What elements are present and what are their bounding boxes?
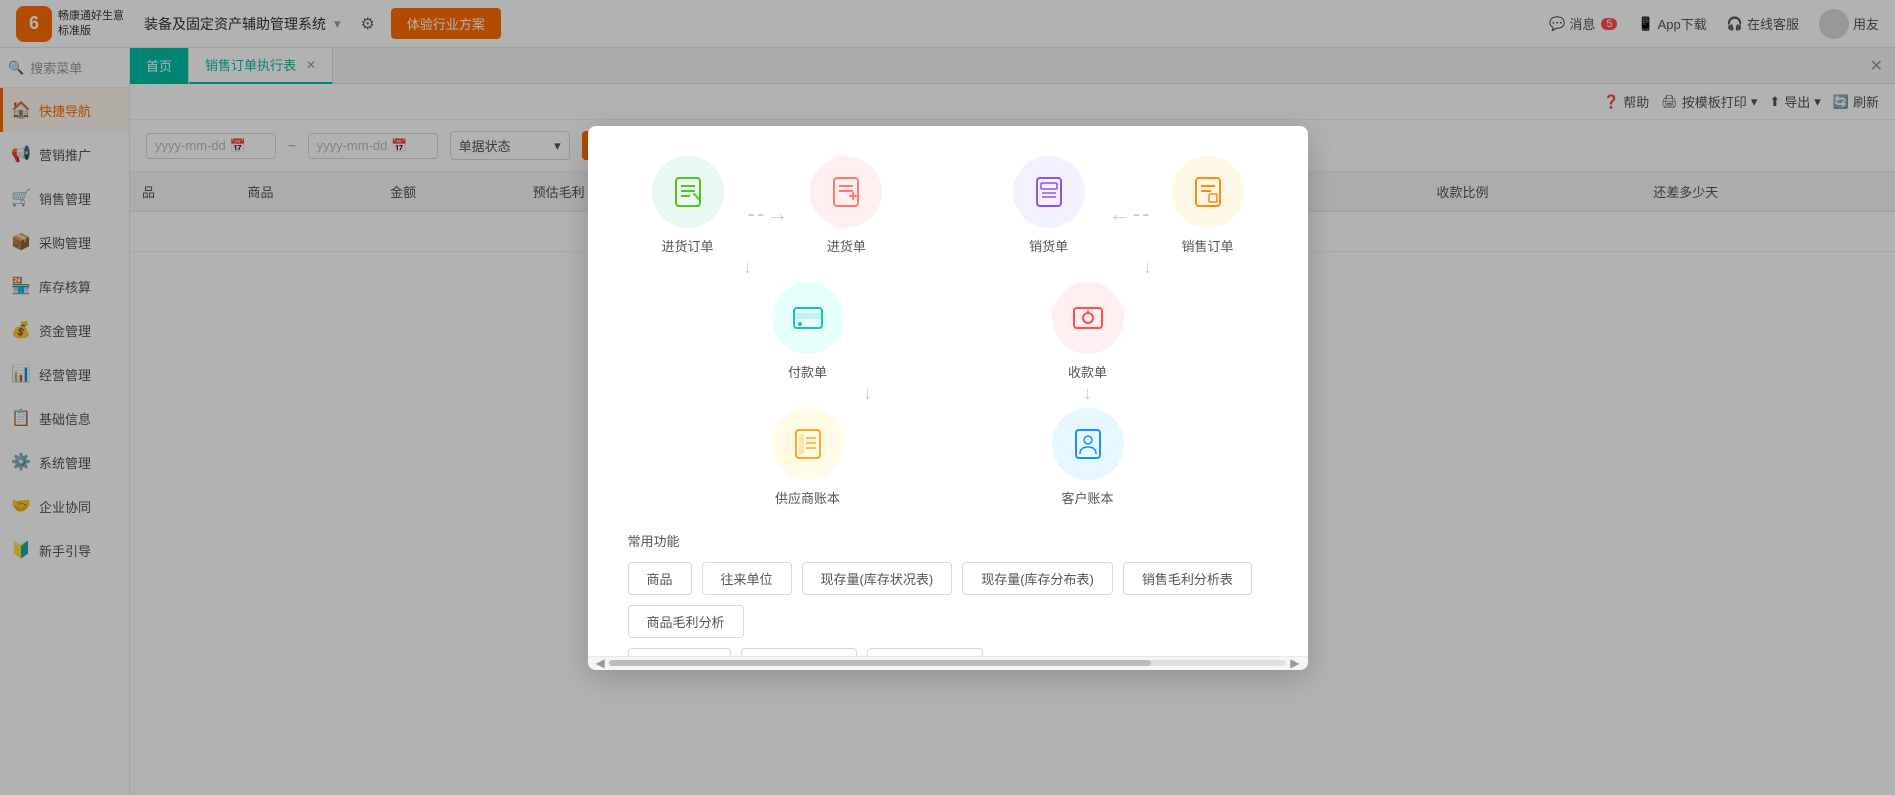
btn-stock-status[interactable]: 现存量(库存状况表) (802, 562, 953, 595)
purchase-order-icon (652, 156, 724, 228)
arrow-down-purchase: ↓ (688, 257, 808, 278)
flow-modal: 进货订单 - - → 进货单 (588, 126, 1308, 670)
btn-sales-rank[interactable]: 销售排行榜 (628, 648, 731, 656)
btn-product[interactable]: 商品 (628, 562, 692, 595)
arrow-purchase-order-to-bill: - - → (748, 201, 787, 255)
sales-order-label: 销售订单 (1181, 236, 1233, 255)
arrow-down-sales: ↓ (1088, 257, 1208, 278)
flow-customer-ledger[interactable]: 客户账本 (1028, 408, 1148, 507)
supplier-ledger-icon (772, 408, 844, 480)
scroll-thumb (609, 660, 1151, 666)
supplier-ledger-label: 供应商账本 (775, 488, 840, 507)
scroll-track (609, 660, 1287, 666)
receipt-bill-icon (1052, 282, 1124, 354)
arrow-down-payment: ↓ (808, 383, 928, 404)
purchase-bill-label: 进货单 (827, 236, 866, 255)
sales-order-icon (1172, 156, 1244, 228)
btn-payment-stats[interactable]: 付款情况统计 (867, 648, 983, 656)
sales-bill-icon (1013, 156, 1085, 228)
purchase-order-label: 进货订单 (661, 236, 713, 255)
flow-payment-bill[interactable]: 付款单 (748, 282, 868, 381)
modal-body: 进货订单 - - → 进货单 (588, 126, 1308, 656)
common-functions-buttons: 商品 往来单位 现存量(库存状况表) 现存量(库存分布表) 销售毛利分析表 商品… (628, 562, 1268, 638)
flow-receipt-bill[interactable]: 收款单 (1028, 282, 1148, 381)
flow-purchase-bill[interactable]: 进货单 (786, 156, 906, 255)
payment-bill-icon (772, 282, 844, 354)
scroll-right-icon[interactable]: ▶ (1290, 656, 1299, 670)
flow-supplier-ledger[interactable]: 供应商账本 (748, 408, 868, 507)
modal-overlay[interactable]: 进货订单 - - → 进货单 (0, 0, 1895, 795)
flow-purchase-order[interactable]: 进货订单 (628, 156, 748, 255)
sales-bill-label: 销货单 (1029, 236, 1068, 255)
common-functions-title: 常用功能 (628, 531, 1268, 550)
flow-diagram: 进货订单 - - → 进货单 (628, 156, 1268, 507)
btn-receipt-stats[interactable]: 收款情况统计 (741, 648, 857, 656)
common-functions-section: 常用功能 商品 往来单位 现存量(库存状况表) 现存量(库存分布表) 销售毛利分… (628, 531, 1268, 656)
payment-bill-label: 付款单 (788, 362, 827, 381)
flow-sales-order[interactable]: 销售订单 (1148, 156, 1268, 255)
purchase-bill-icon (810, 156, 882, 228)
scroll-left-icon[interactable]: ◀ (596, 656, 605, 670)
btn-sales-margin[interactable]: 销售毛利分析表 (1123, 562, 1252, 595)
arrow-sales-order-to-bill: ← - - (1109, 201, 1148, 255)
receipt-bill-label: 收款单 (1068, 362, 1107, 381)
arrow-down-receipt: ↓ (1028, 383, 1148, 404)
common-functions-buttons-row2: 销售排行榜 收款情况统计 付款情况统计 (628, 648, 1268, 656)
customer-ledger-label: 客户账本 (1061, 488, 1113, 507)
modal-scrollbar[interactable]: ◀ ▶ (588, 656, 1308, 670)
customer-ledger-icon (1052, 408, 1124, 480)
btn-contacts[interactable]: 往来单位 (702, 562, 792, 595)
btn-product-margin[interactable]: 商品毛利分析 (628, 605, 744, 638)
btn-stock-dist[interactable]: 现存量(库存分布表) (962, 562, 1113, 595)
flow-sales-bill[interactable]: 销货单 (989, 156, 1109, 255)
